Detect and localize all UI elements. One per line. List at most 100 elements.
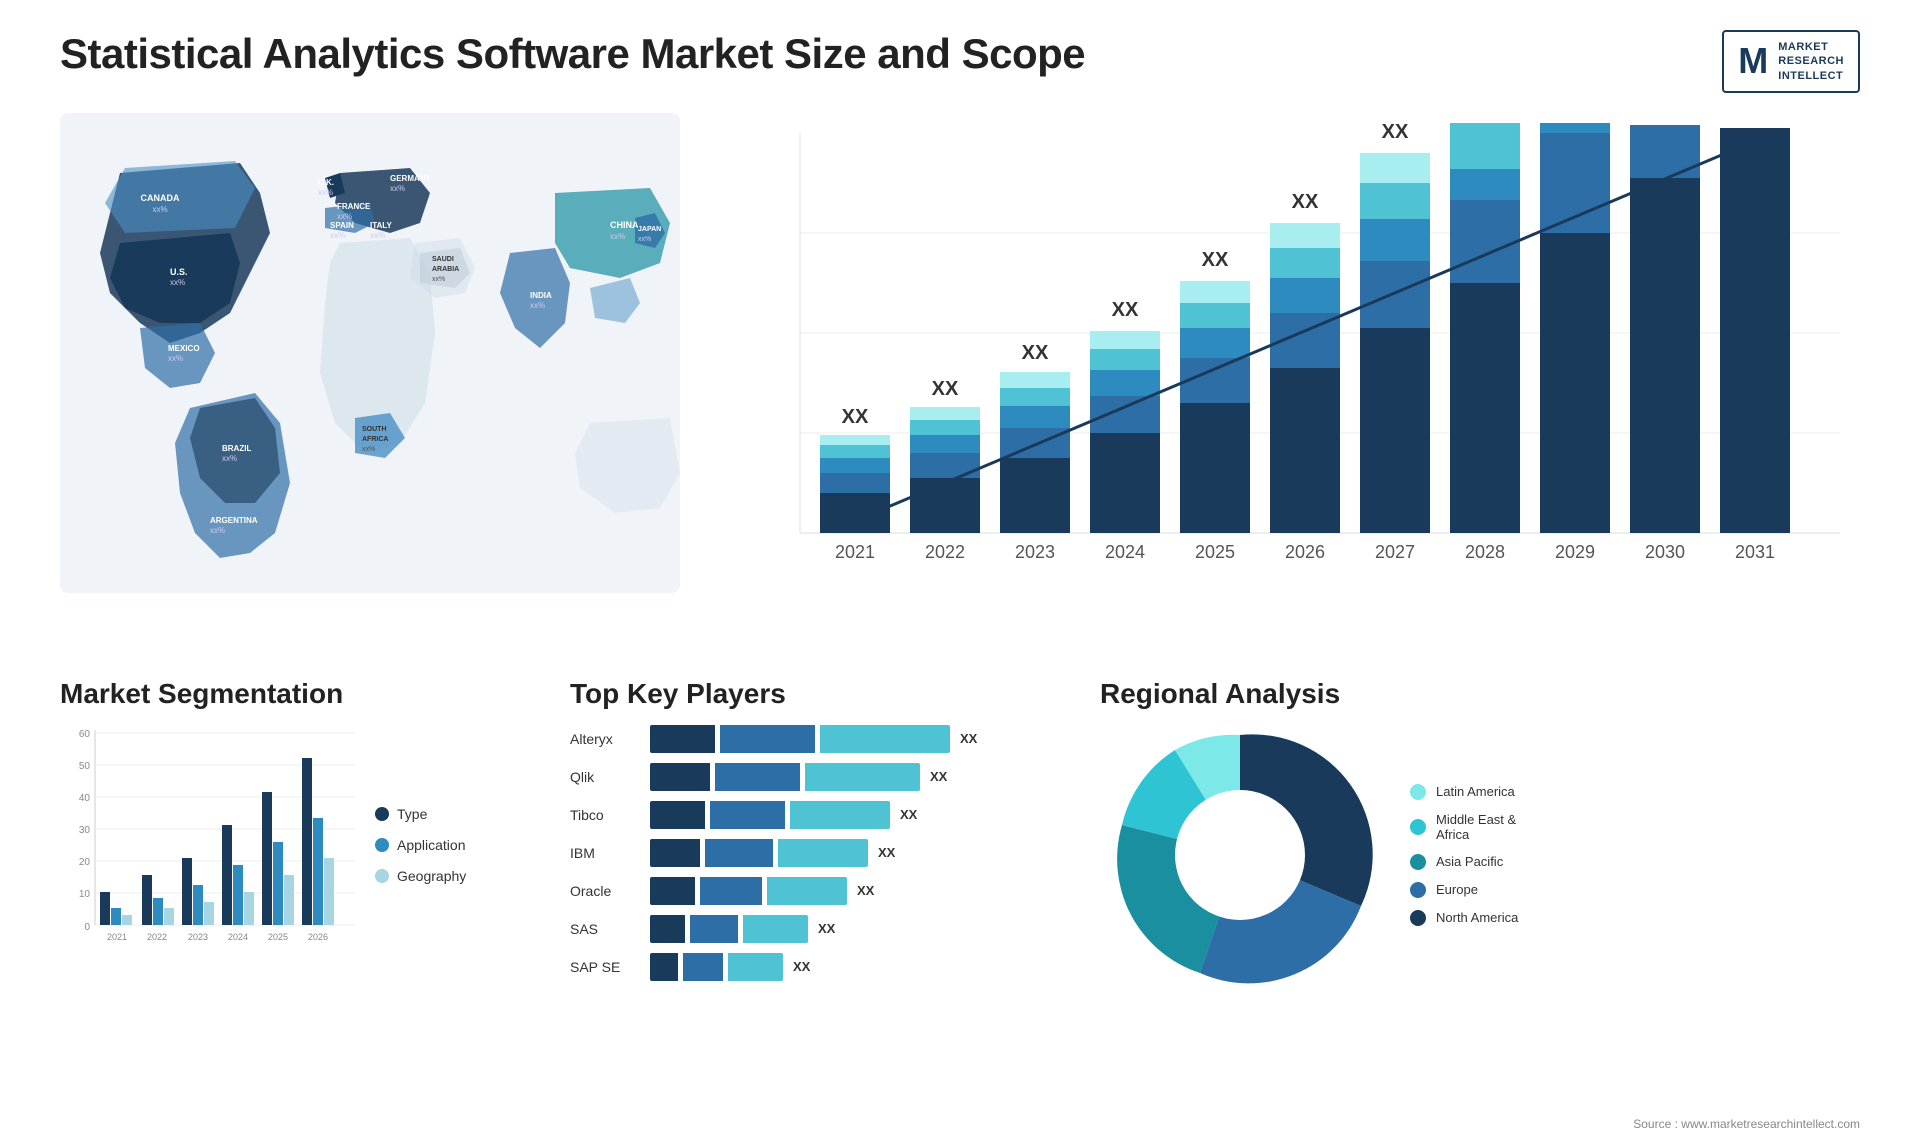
svg-text:JAPAN: JAPAN <box>638 226 661 233</box>
header: Statistical Analytics Software Market Si… <box>60 30 1860 93</box>
bar-light <box>767 877 847 905</box>
bar-mid <box>690 915 738 943</box>
svg-text:xx%: xx% <box>610 232 625 241</box>
legend-me-dot <box>1410 819 1426 835</box>
legend-latin-america: Latin America <box>1410 784 1518 800</box>
legend-geography-dot <box>375 869 389 883</box>
world-map-svg: CANADA xx% U.S. xx% MEXICO xx% BRAZIL xx… <box>60 113 680 593</box>
player-name-oracle: Oracle <box>570 883 640 899</box>
legend-geography-label: Geography <box>397 868 466 884</box>
legend-north-america: North America <box>1410 910 1518 926</box>
legend-na-dot <box>1410 910 1426 926</box>
legend-asia-pacific: Asia Pacific <box>1410 854 1518 870</box>
svg-text:xx%: xx% <box>362 446 375 453</box>
svg-text:2024: 2024 <box>1105 542 1145 562</box>
svg-text:xx%: xx% <box>168 354 183 363</box>
svg-text:MEXICO: MEXICO <box>168 344 200 353</box>
svg-text:XX: XX <box>1382 123 1409 143</box>
legend-type: Type <box>375 806 466 822</box>
player-sas: SAS XX <box>570 915 1070 943</box>
bar-value: XX <box>900 807 917 822</box>
legend-application: Application <box>375 837 466 853</box>
bar-value: XX <box>793 959 810 974</box>
player-qlik: Qlik XX <box>570 763 1070 791</box>
svg-text:FRANCE: FRANCE <box>337 202 371 211</box>
legend-latin-dot <box>1410 784 1426 800</box>
svg-text:2031: 2031 <box>1735 542 1775 562</box>
regional-section: Regional Analysis <box>1100 678 1860 991</box>
svg-text:XX: XX <box>1022 342 1049 364</box>
page-container: Statistical Analytics Software Market Si… <box>0 0 1920 1146</box>
legend-geography: Geography <box>375 868 466 884</box>
svg-text:xx%: xx% <box>370 231 385 240</box>
svg-text:xx%: xx% <box>337 212 352 221</box>
bar-light <box>805 763 920 791</box>
bar-dark <box>650 801 705 829</box>
svg-text:xx%: xx% <box>318 188 333 197</box>
svg-text:60: 60 <box>79 729 91 740</box>
svg-text:ITALY: ITALY <box>370 221 392 230</box>
segmentation-section: Market Segmentation 0 10 20 30 40 <box>60 678 540 991</box>
player-bars-oracle: XX <box>650 877 1070 905</box>
legend-type-label: Type <box>397 806 427 822</box>
bar-mid <box>720 725 815 753</box>
player-bars-qlik: XX <box>650 763 1070 791</box>
logo-letter: M <box>1738 40 1768 82</box>
map-section: CANADA xx% U.S. xx% MEXICO xx% BRAZIL xx… <box>60 113 680 593</box>
legend-asia-label: Asia Pacific <box>1436 854 1503 869</box>
regional-title: Regional Analysis <box>1100 678 1860 710</box>
player-name-qlik: Qlik <box>570 769 640 785</box>
page-title: Statistical Analytics Software Market Si… <box>60 30 1085 78</box>
svg-text:ARABIA: ARABIA <box>432 266 459 273</box>
svg-text:0: 0 <box>84 922 90 933</box>
svg-text:xx%: xx% <box>638 236 651 243</box>
bar-value: XX <box>818 921 835 936</box>
donut-chart <box>1100 725 1380 985</box>
legend-application-label: Application <box>397 837 466 853</box>
svg-text:30: 30 <box>79 825 91 836</box>
svg-text:INDIA: INDIA <box>530 291 552 300</box>
bar-mid <box>710 801 785 829</box>
bar-light <box>790 801 890 829</box>
svg-text:XX: XX <box>932 378 959 400</box>
top-section: CANADA xx% U.S. xx% MEXICO xx% BRAZIL xx… <box>60 113 1860 658</box>
svg-text:2021: 2021 <box>107 932 127 942</box>
segmentation-chart: 0 10 20 30 40 50 60 <box>60 725 360 965</box>
bar-mid <box>715 763 800 791</box>
bar-light <box>728 953 783 981</box>
svg-text:XX: XX <box>1112 299 1139 321</box>
players-list: Alteryx XX Qlik XX <box>570 725 1070 981</box>
svg-text:xx%: xx% <box>390 184 405 193</box>
svg-text:SAUDI: SAUDI <box>432 256 454 263</box>
svg-text:AFRICA: AFRICA <box>362 436 388 443</box>
regional-legend: Latin America Middle East &Africa Asia P… <box>1410 784 1518 926</box>
svg-text:xx%: xx% <box>432 276 445 283</box>
bar-light <box>778 839 868 867</box>
player-bars-sap-se: XX <box>650 953 1070 981</box>
bar-mid <box>683 953 723 981</box>
svg-text:BRAZIL: BRAZIL <box>222 444 251 453</box>
player-ibm: IBM XX <box>570 839 1070 867</box>
source-text: Source : www.marketresearchintellect.com <box>1633 1117 1860 1131</box>
player-bars-sas: XX <box>650 915 1070 943</box>
player-tibco: Tibco XX <box>570 801 1070 829</box>
svg-text:2027: 2027 <box>1375 542 1415 562</box>
segmentation-title: Market Segmentation <box>60 678 540 710</box>
legend-application-dot <box>375 838 389 852</box>
legend-europe-dot <box>1410 882 1426 898</box>
svg-text:U.K.: U.K. <box>318 178 334 187</box>
svg-text:xx%: xx% <box>210 526 225 535</box>
players-section: Top Key Players Alteryx XX Qlik <box>570 678 1070 991</box>
bar-dark <box>650 915 685 943</box>
player-name-ibm: IBM <box>570 845 640 861</box>
svg-text:20: 20 <box>79 857 91 868</box>
legend-na-label: North America <box>1436 910 1518 925</box>
svg-text:2025: 2025 <box>1195 542 1235 562</box>
svg-text:10: 10 <box>79 889 91 900</box>
svg-text:CANADA: CANADA <box>141 193 180 203</box>
svg-text:SPAIN: SPAIN <box>330 221 354 230</box>
legend-middle-east: Middle East &Africa <box>1410 812 1518 842</box>
svg-text:2022: 2022 <box>147 932 167 942</box>
svg-text:ARGENTINA: ARGENTINA <box>210 516 258 525</box>
legend-europe-label: Europe <box>1436 882 1478 897</box>
